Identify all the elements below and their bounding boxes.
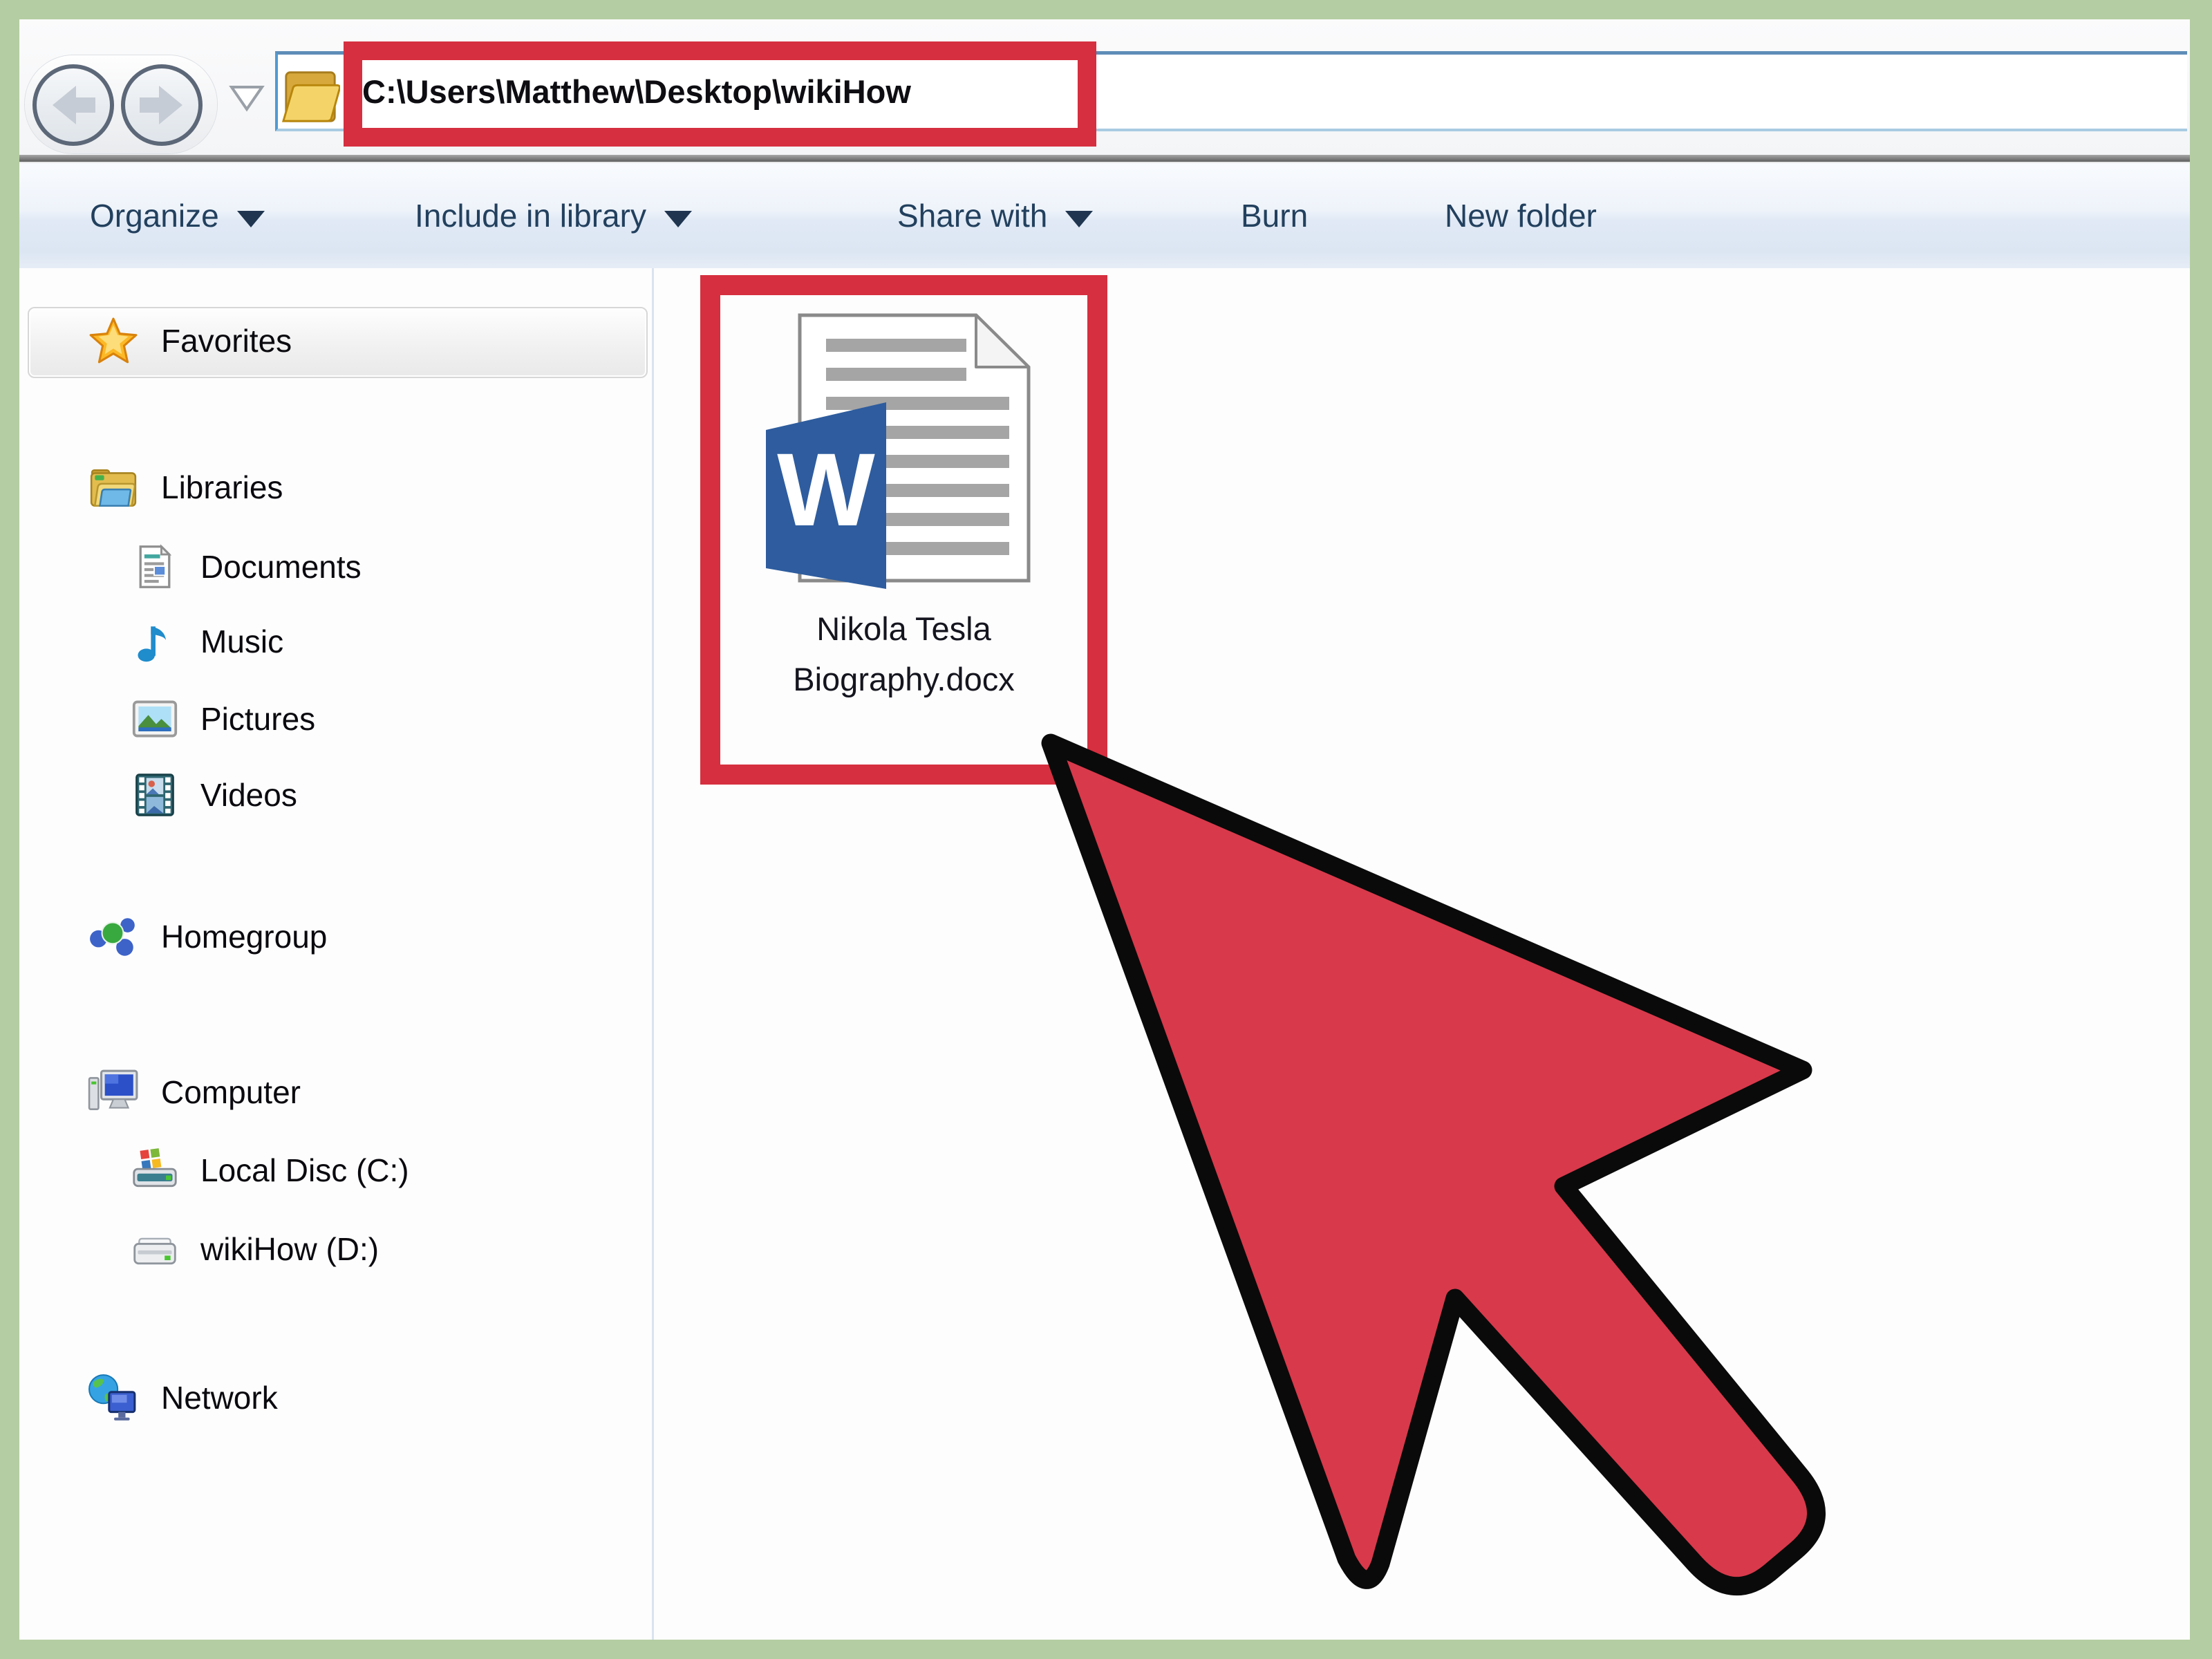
dropdown-arrow-icon [664,211,692,227]
libraries-folder-icon [88,462,139,513]
sidebar-divider[interactable] [652,268,654,1640]
sidebar-item-local-disc-c[interactable]: Local Disc (C:) [131,1136,409,1205]
toolbar-burn-button[interactable]: Burn [1241,163,1308,268]
sidebar-item-network[interactable]: Network [88,1363,278,1432]
wikihow-screenshot: { "address": { "path": "C:\\Users\\Matth… [0,0,2212,1659]
dropdown-arrow-icon [237,211,265,227]
sidebar-item-documents[interactable]: Documents [131,532,362,601]
command-toolbar: Organize Include in library Share with B… [19,163,2190,270]
toolbar-include-in-library-button[interactable]: Include in library [415,163,692,268]
window-separator [19,155,2190,163]
highlight-box-address-bar [344,41,1096,147]
forward-button[interactable] [116,59,207,151]
toolbar-organize-button[interactable]: Organize [90,163,265,268]
back-button[interactable] [28,59,119,151]
pictures-icon [131,695,178,742]
hard-drive-icon [131,1226,178,1273]
recent-pages-chevron-icon[interactable] [229,83,265,113]
highlight-box-file [700,275,1107,785]
document-icon [131,543,178,590]
dropdown-arrow-icon [1065,211,1093,227]
sidebar-item-favorites[interactable]: Favorites [88,306,292,375]
sidebar-item-music[interactable]: Music [131,607,283,676]
star-icon [88,315,139,366]
sidebar-item-homegroup[interactable]: Homegroup [88,902,327,971]
toolbar-share-with-button[interactable]: Share with [897,163,1093,268]
homegroup-icon [88,911,139,962]
network-icon [88,1372,139,1423]
sidebar-item-wikihow-d[interactable]: wikiHow (D:) [131,1215,379,1284]
hard-drive-windows-icon [131,1147,178,1194]
computer-icon [88,1067,139,1118]
sidebar-item-computer[interactable]: Computer [88,1058,301,1127]
folder-icon [281,61,340,130]
music-note-icon [131,618,178,665]
sidebar-item-videos[interactable]: Videos [131,760,297,830]
sidebar-item-libraries[interactable]: Libraries [88,453,283,522]
explorer-window: C:\Users\Matthew\Desktop\wikiHow Organiz… [19,19,2190,1640]
sidebar-item-pictures[interactable]: Pictures [131,684,315,753]
toolbar-new-folder-button[interactable]: New folder [1445,163,1597,268]
videos-film-icon [131,771,178,818]
